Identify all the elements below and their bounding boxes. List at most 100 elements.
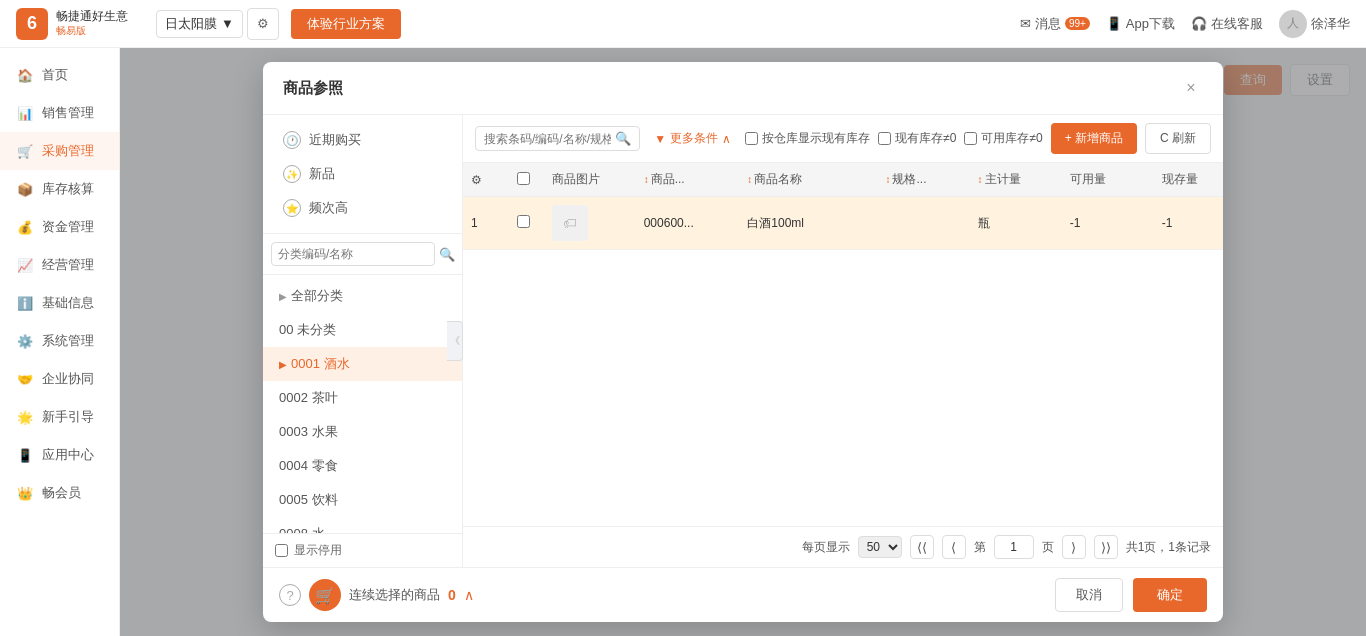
table-row[interactable]: 1 🏷 [463, 197, 1223, 250]
sidebar-item-sales[interactable]: 📊 销售管理 [0, 94, 119, 132]
sidebar-item-enterprise[interactable]: 🤝 企业协同 [0, 360, 119, 398]
content-area: 查询 设置 商品参照 × 🕐 [120, 48, 1366, 636]
td-spec [877, 197, 969, 250]
help-icon[interactable]: ? [279, 584, 301, 606]
sidebar-item-member[interactable]: 👑 畅会员 [0, 474, 119, 512]
cat-water[interactable]: 0008 水 [263, 517, 462, 533]
check-stock-nonzero[interactable]: 现有库存≠0 [878, 130, 956, 147]
cat-tea[interactable]: 0002 茶叶 [263, 381, 462, 415]
prev-page-btn[interactable]: ⟨ [942, 535, 966, 559]
footer-right: 取消 确定 [1055, 578, 1207, 612]
td-available: -1 [1062, 197, 1154, 250]
left-panel: 🕐 近期购买 ✨ 新品 ⭐ 频次高 [263, 115, 463, 567]
sort-arrow-code: ↕ [644, 174, 649, 185]
warehouse-checkbox[interactable] [745, 132, 758, 145]
th-unit[interactable]: ↕ 主计量 [970, 163, 1062, 197]
th-checkbox [509, 163, 544, 197]
inventory-icon: 📦 [16, 180, 34, 198]
right-panel: 🔍 ▼ 更多条件 ∧ 按仓库显示现有库存 [463, 115, 1223, 567]
check-warehouse-display[interactable]: 按仓库显示现有库存 [745, 130, 870, 147]
quick-access-area: 🕐 近期购买 ✨ 新品 ⭐ 频次高 [263, 115, 462, 234]
refresh-btn[interactable]: C 刷新 [1145, 123, 1211, 154]
add-product-btn[interactable]: + 新增商品 [1051, 123, 1137, 154]
sort-arrow-unit: ↕ [978, 174, 983, 185]
app-download-btn[interactable]: 📱 App下载 [1106, 15, 1175, 33]
cat-fruit[interactable]: 0003 水果 [263, 415, 462, 449]
sidebar-item-system[interactable]: ⚙️ 系统管理 [0, 322, 119, 360]
chevron-up-icon: ∧ [722, 132, 731, 146]
finance-icon: 💰 [16, 218, 34, 236]
sidebar-item-home[interactable]: 🏠 首页 [0, 56, 119, 94]
sidebar-item-inventory[interactable]: 📦 库存核算 [0, 170, 119, 208]
sidebar-item-basic-info[interactable]: ℹ️ 基础信息 [0, 284, 119, 322]
cat-beverage[interactable]: 0005 饮料 [263, 483, 462, 517]
collapse-arrow-icon[interactable]: ∧ [464, 587, 474, 603]
cancel-btn[interactable]: 取消 [1055, 578, 1123, 612]
th-stock[interactable]: 现存量 [1154, 163, 1223, 197]
user-avatar: 人 [1279, 10, 1307, 38]
check-available-nonzero[interactable]: 可用库存≠0 [964, 130, 1042, 147]
category-search-input[interactable] [271, 242, 435, 266]
last-page-btn[interactable]: ⟩⟩ [1094, 535, 1118, 559]
cat-liquor[interactable]: ▶ 0001 酒水 [263, 347, 462, 381]
search-icon[interactable]: 🔍 [615, 131, 631, 146]
row-checkbox[interactable] [517, 215, 530, 228]
next-page-btn[interactable]: ⟩ [1062, 535, 1086, 559]
store-select-area[interactable]: 日太阳膜 ▼ ⚙ 体验行业方案 [156, 8, 401, 40]
purchase-icon: 🛒 [16, 142, 34, 160]
cat-snack[interactable]: 0004 零食 [263, 449, 462, 483]
left-panel-collapse-btn[interactable]: 《 [447, 321, 463, 361]
sidebar-item-guide[interactable]: 🌟 新手引导 [0, 398, 119, 436]
sidebar-item-finance[interactable]: 💰 资金管理 [0, 208, 119, 246]
online-service-btn[interactable]: 🎧 在线客服 [1191, 15, 1263, 33]
messages-btn[interactable]: ✉ 消息 99+ [1020, 15, 1090, 33]
headset-icon: 🎧 [1191, 16, 1207, 31]
th-spec[interactable]: ↕ 规格... [877, 163, 969, 197]
sidebar-item-apps[interactable]: 📱 应用中心 [0, 436, 119, 474]
td-stock: -1 [1154, 197, 1223, 250]
first-page-btn[interactable]: ⟨⟨ [910, 535, 934, 559]
th-name[interactable]: ↕ 商品名称 [739, 163, 877, 197]
show-disabled-checkbox[interactable] [275, 544, 288, 557]
nav-right: ✉ 消息 99+ 📱 App下载 🎧 在线客服 人 徐泽华 [1020, 10, 1350, 38]
th-available[interactable]: 可用量 [1062, 163, 1154, 197]
product-image: 🏷 [552, 205, 588, 241]
high-freq-icon: ⭐ [283, 199, 301, 217]
modal-body: 🕐 近期购买 ✨ 新品 ⭐ 频次高 [263, 115, 1223, 567]
th-settings[interactable]: ⚙ [463, 163, 509, 197]
category-list: ▶ 全部分类 00 未分类 ▶ 0001 酒水 0002 茶 [263, 275, 462, 533]
cart-icon[interactable]: 🛒 [309, 579, 341, 611]
per-page-select[interactable]: 50 [858, 536, 902, 558]
confirm-btn[interactable]: 确定 [1133, 578, 1207, 612]
apps-icon: 📱 [16, 446, 34, 464]
modal-title: 商品参照 [283, 79, 343, 98]
sidebar-item-operations[interactable]: 📈 经营管理 [0, 246, 119, 284]
new-product-icon: ✨ [283, 165, 301, 183]
message-icon: ✉ [1020, 16, 1031, 31]
high-frequency-item[interactable]: ⭐ 频次高 [271, 191, 454, 225]
operations-icon: 📈 [16, 256, 34, 274]
select-all-checkbox[interactable] [517, 172, 530, 185]
user-area[interactable]: 人 徐泽华 [1279, 10, 1350, 38]
modal-close-button[interactable]: × [1179, 76, 1203, 100]
modal-header: 商品参照 × [263, 62, 1223, 115]
product-search-input[interactable] [484, 132, 611, 146]
stock-nonzero-checkbox[interactable] [878, 132, 891, 145]
product-table-wrapper: ⚙ 商品图片 [463, 163, 1223, 526]
available-nonzero-checkbox[interactable] [964, 132, 977, 145]
gear-button[interactable]: ⚙ [247, 8, 279, 40]
store-select[interactable]: 日太阳膜 ▼ [156, 10, 243, 38]
modal-footer: ? 🛒 连续选择的商品 0 ∧ 取消 确定 [263, 567, 1223, 622]
total-label: 共1页，1条记录 [1126, 539, 1211, 556]
sidebar-item-purchase[interactable]: 🛒 采购管理 [0, 132, 119, 170]
category-search-icon[interactable]: 🔍 [439, 247, 455, 262]
recent-purchase-item[interactable]: 🕐 近期购买 [271, 123, 454, 157]
cat-all[interactable]: ▶ 全部分类 [263, 279, 462, 313]
th-code[interactable]: ↕ 商品... [636, 163, 740, 197]
cat-uncategorized[interactable]: 00 未分类 [263, 313, 462, 347]
new-product-item[interactable]: ✨ 新品 [271, 157, 454, 191]
more-conditions-btn[interactable]: ▼ 更多条件 ∧ [648, 126, 737, 151]
experience-btn[interactable]: 体验行业方案 [291, 9, 401, 39]
page-input[interactable] [994, 535, 1034, 559]
show-disabled-label[interactable]: 显示停用 [294, 542, 342, 559]
